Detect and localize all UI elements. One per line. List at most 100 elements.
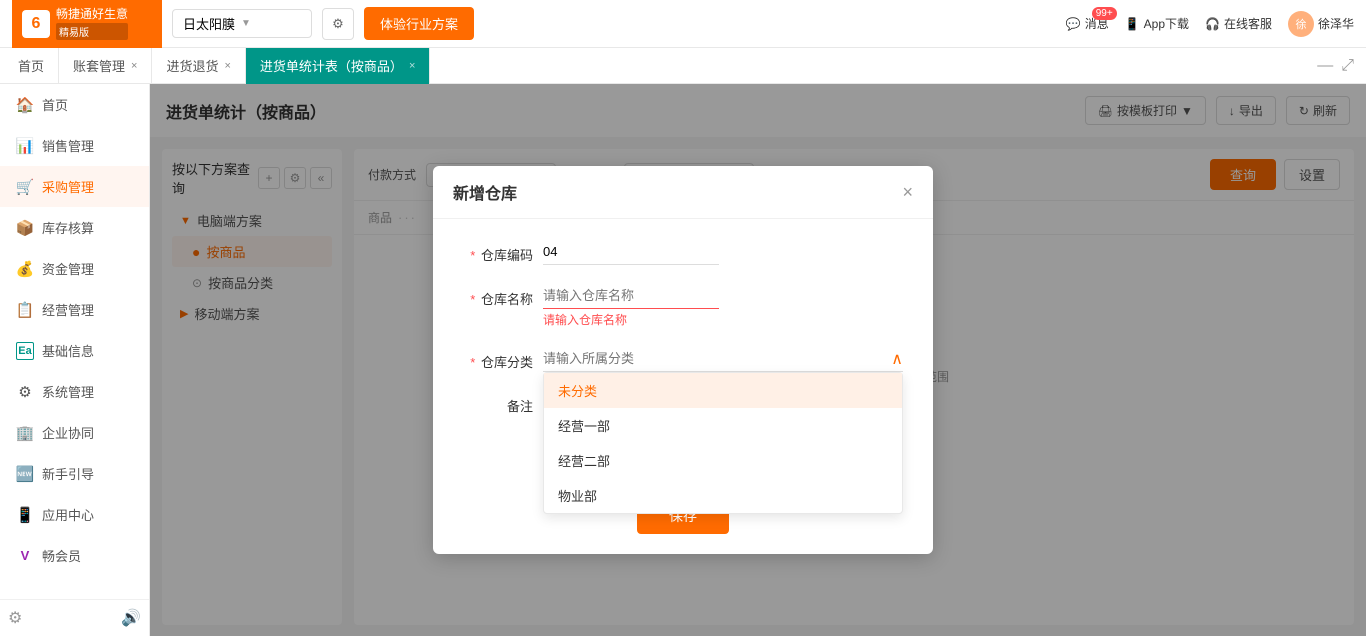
sidebar-item-purchase-label: 采购管理	[42, 177, 94, 196]
tab-home-label: 首页	[18, 56, 44, 75]
modal-overlay: 新增仓库 × * 仓库编码	[150, 84, 1366, 636]
tab-bar-controls: — ⤢	[1317, 57, 1362, 75]
purchase-icon: 🛒	[16, 178, 34, 196]
sidebar-item-appstore-label: 应用中心	[42, 505, 94, 524]
user-profile[interactable]: 徐 徐泽华	[1288, 11, 1354, 37]
tab-purchase-return-label: 进货退货	[166, 56, 218, 75]
sidebar-item-vip[interactable]: V 畅会员	[0, 535, 149, 576]
sidebar-sound-icon[interactable]: 🔊	[121, 608, 141, 628]
system-icon: ⚙	[16, 383, 34, 401]
modal-title: 新增仓库	[453, 180, 517, 204]
sidebar-item-sales[interactable]: 📊 销售管理	[0, 125, 149, 166]
remark-field-label: 备注	[463, 390, 533, 415]
tab-purchase-stats-close[interactable]: ×	[409, 60, 415, 72]
sidebar-item-purchase[interactable]: 🛒 采购管理	[0, 166, 149, 207]
tab-purchase-stats[interactable]: 进货单统计表（按商品） ×	[246, 48, 430, 84]
code-field-label: * 仓库编码	[463, 239, 533, 264]
edition-badge: 精易版	[56, 23, 128, 40]
username: 徐泽华	[1318, 15, 1354, 32]
operation-icon: 📋	[16, 301, 34, 319]
vip-icon: V	[16, 547, 34, 565]
basic-icon: Ea	[16, 342, 34, 360]
select-arrow-icon[interactable]: ∧	[891, 349, 903, 369]
required-star-name: *	[470, 292, 475, 307]
content-area: 进货单统计（按商品） 🖨 按模板打印 ▼ ↓ 导出 ↻ 刷新	[150, 84, 1366, 636]
app-label: App下载	[1144, 15, 1189, 32]
sidebar-item-finance[interactable]: 💰 资金管理	[0, 248, 149, 289]
appstore-icon: 📱	[16, 506, 34, 524]
service-label: 在线客服	[1224, 15, 1272, 32]
logo-icon: 6	[22, 10, 50, 38]
dropdown-option-property[interactable]: 物业部	[544, 478, 902, 513]
chevron-down-icon: ▼	[241, 18, 251, 29]
store-selector[interactable]: 日太阳膜 ▼	[172, 9, 312, 38]
required-star-code: *	[470, 248, 475, 263]
modal-close-button[interactable]: ×	[902, 182, 913, 203]
sidebar-item-inventory[interactable]: 📦 库存核算	[0, 207, 149, 248]
tab-bar: 首页 账套管理 × 进货退货 × 进货单统计表（按商品） × — ⤢	[0, 48, 1366, 84]
sidebar-item-system[interactable]: ⚙ 系统管理	[0, 371, 149, 412]
avatar: 徐	[1288, 11, 1314, 37]
phone-icon: 📱	[1125, 17, 1140, 31]
settings-icon[interactable]: ⚙	[322, 8, 354, 40]
sidebar-item-system-label: 系统管理	[42, 382, 94, 401]
sidebar-item-guide[interactable]: 🆕 新手引导	[0, 453, 149, 494]
sidebar-item-basic-label: 基础信息	[42, 341, 94, 360]
category-dropdown: 未分类 经营一部 经营二部 物业部	[543, 372, 903, 514]
sidebar-item-guide-label: 新手引导	[42, 464, 94, 483]
code-input[interactable]	[543, 239, 719, 265]
sidebar-bottom: ⚙ 🔊	[0, 599, 149, 636]
topbar-right: 💬 消息 99+ 📱 App下载 🎧 在线客服 徐 徐泽华	[1066, 11, 1354, 37]
message-icon: 💬	[1066, 17, 1081, 31]
tab-account[interactable]: 账套管理 ×	[59, 48, 152, 84]
form-row-name: * 仓库名称 请输入仓库名称	[463, 283, 903, 328]
tab-minimize-icon[interactable]: —	[1317, 57, 1333, 75]
tab-account-close[interactable]: ×	[131, 60, 137, 72]
sidebar-item-operation-label: 经营管理	[42, 300, 94, 319]
sidebar-item-home-label: 首页	[42, 95, 68, 114]
name-field-wrap: 请输入仓库名称	[543, 283, 903, 328]
enterprise-icon: 🏢	[16, 424, 34, 442]
category-input[interactable]	[543, 346, 903, 372]
headset-icon: 🎧	[1205, 17, 1220, 31]
tab-account-label: 账套管理	[73, 56, 125, 75]
home-icon: 🏠	[16, 96, 34, 114]
name-error-message: 请输入仓库名称	[543, 311, 903, 328]
message-icon-item[interactable]: 💬 消息 99+	[1066, 15, 1109, 32]
tab-purchase-return-close[interactable]: ×	[224, 60, 230, 72]
modal-add-warehouse: 新增仓库 × * 仓库编码	[433, 166, 933, 554]
sidebar-item-enterprise[interactable]: 🏢 企业协同	[0, 412, 149, 453]
sidebar-item-operation[interactable]: 📋 经营管理	[0, 289, 149, 330]
brand-name: 畅捷通好生意	[56, 7, 128, 23]
tab-expand-icon[interactable]: ⤢	[1341, 57, 1354, 75]
dropdown-option-uncategorized[interactable]: 未分类	[544, 373, 902, 408]
sidebar-item-home[interactable]: 🏠 首页	[0, 84, 149, 125]
category-field-label: * 仓库分类	[463, 346, 533, 371]
sidebar-item-enterprise-label: 企业协同	[42, 423, 94, 442]
tab-purchase-return[interactable]: 进货退货 ×	[152, 48, 245, 84]
name-field-label: * 仓库名称	[463, 283, 533, 308]
logo-area: 6 畅捷通好生意 精易版	[12, 0, 162, 48]
dropdown-option-dept2[interactable]: 经营二部	[544, 443, 902, 478]
sidebar-item-basic[interactable]: Ea 基础信息	[0, 330, 149, 371]
code-field-wrap	[543, 239, 903, 265]
sidebar-item-sales-label: 销售管理	[42, 136, 94, 155]
sidebar-settings-icon[interactable]: ⚙	[8, 608, 22, 628]
dropdown-option-dept1[interactable]: 经营一部	[544, 408, 902, 443]
online-service-item[interactable]: 🎧 在线客服	[1205, 15, 1272, 32]
finance-icon: 💰	[16, 260, 34, 278]
sidebar: 🏠 首页 📊 销售管理 🛒 采购管理 📦 库存核算 💰 资金管理 📋 经营管理 …	[0, 84, 150, 636]
form-row-code: * 仓库编码	[463, 239, 903, 265]
tab-purchase-stats-label: 进货单统计表（按商品）	[260, 56, 403, 75]
trial-button[interactable]: 体验行业方案	[364, 7, 474, 40]
name-input[interactable]	[543, 283, 719, 309]
tab-home[interactable]: 首页	[4, 48, 59, 84]
app-download-item[interactable]: 📱 App下载	[1125, 15, 1189, 32]
sidebar-item-inventory-label: 库存核算	[42, 218, 94, 237]
category-select-wrap: ∧ 未分类 经营一部 经营二部 物业部	[543, 346, 903, 372]
sales-icon: 📊	[16, 137, 34, 155]
sidebar-item-vip-label: 畅会员	[42, 546, 81, 565]
sidebar-item-appstore[interactable]: 📱 应用中心	[0, 494, 149, 535]
guide-icon: 🆕	[16, 465, 34, 483]
modal-body: * 仓库编码 * 仓库名称	[433, 219, 933, 488]
